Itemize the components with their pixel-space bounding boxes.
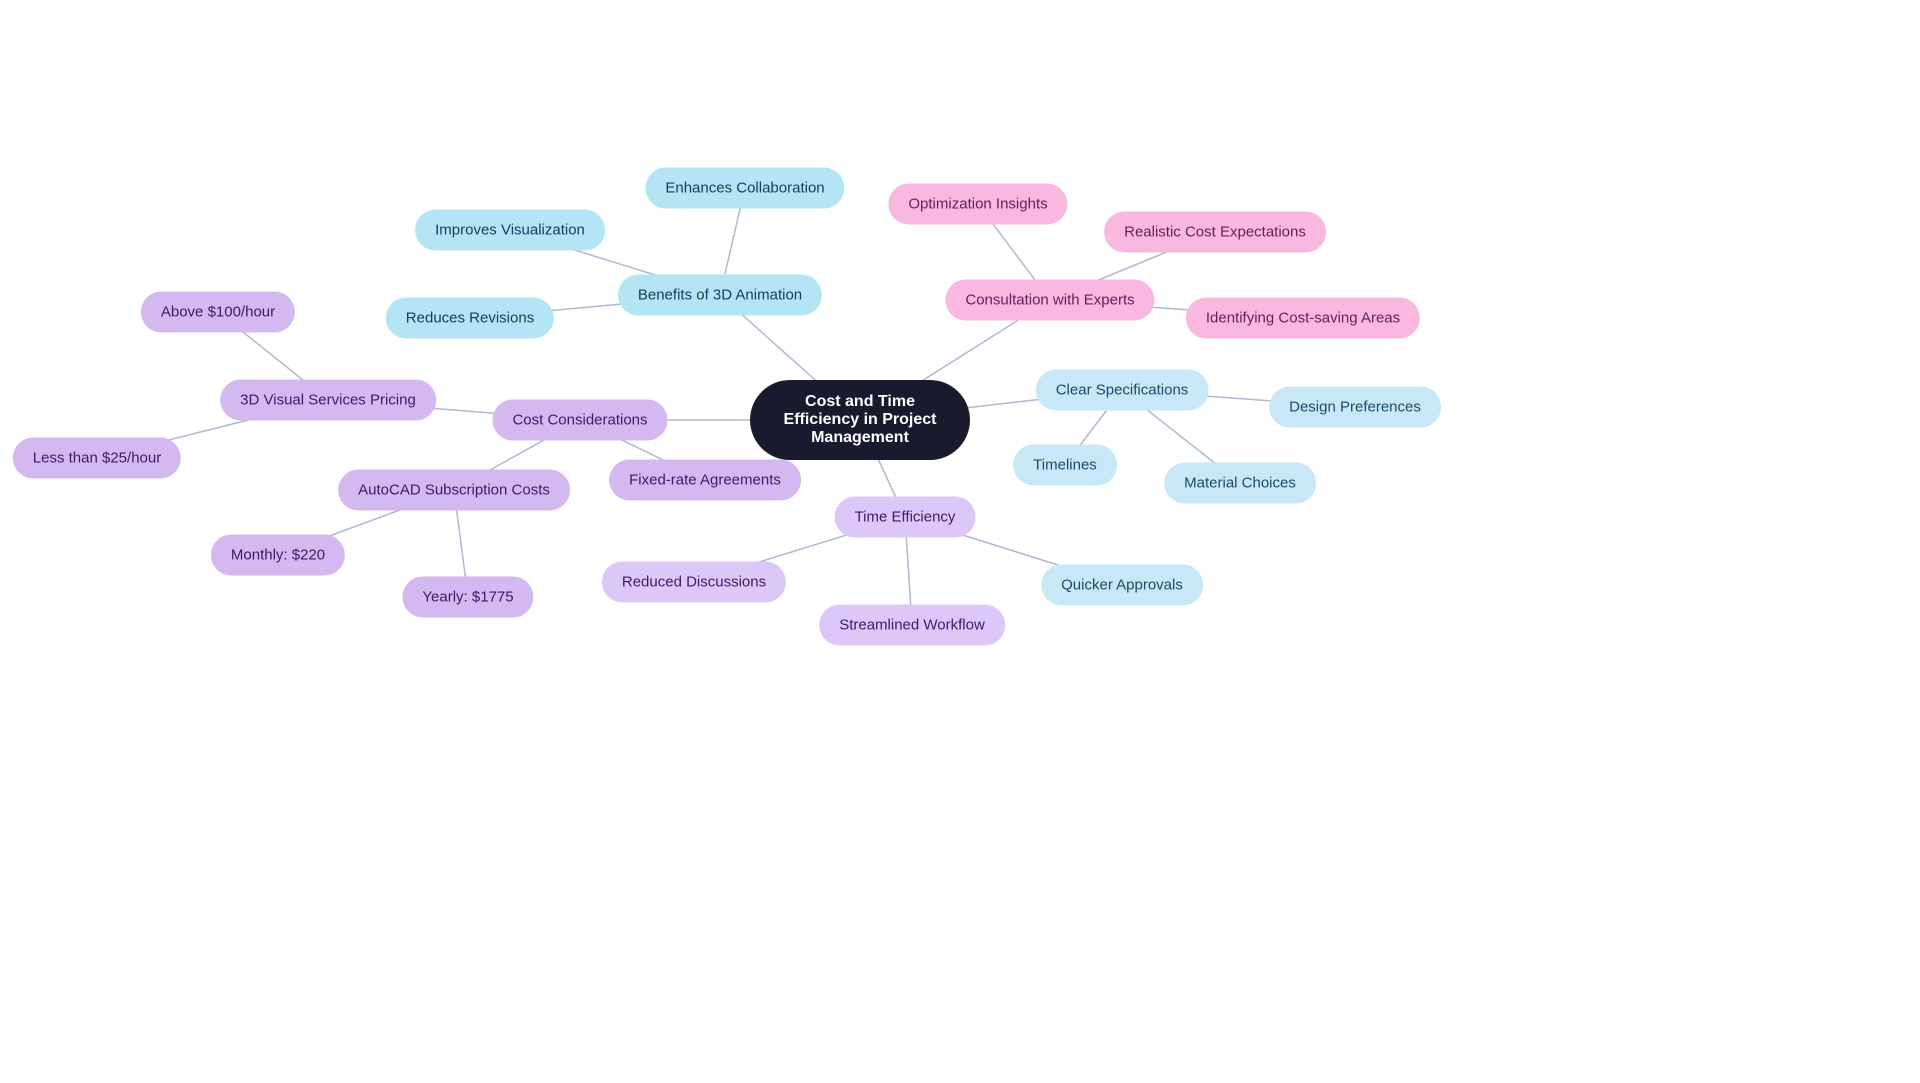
node-clear_specs[interactable]: Clear Specifications bbox=[1036, 370, 1209, 411]
node-benefits[interactable]: Benefits of 3D Animation bbox=[618, 275, 822, 316]
node-above100[interactable]: Above $100/hour bbox=[141, 292, 295, 333]
node-yearly[interactable]: Yearly: $1775 bbox=[402, 577, 533, 618]
node-improves[interactable]: Improves Visualization bbox=[415, 210, 605, 251]
node-cost_saving[interactable]: Identifying Cost-saving Areas bbox=[1186, 298, 1420, 339]
node-realistic_cost[interactable]: Realistic Cost Expectations bbox=[1104, 212, 1326, 253]
node-enhances[interactable]: Enhances Collaboration bbox=[645, 168, 844, 209]
mind-map: Cost and Time Efficiency in Project Mana… bbox=[0, 0, 1920, 1083]
node-reduces[interactable]: Reduces Revisions bbox=[386, 298, 554, 339]
node-less25[interactable]: Less than $25/hour bbox=[13, 438, 181, 479]
node-center[interactable]: Cost and Time Efficiency in Project Mana… bbox=[750, 380, 970, 460]
node-monthly[interactable]: Monthly: $220 bbox=[211, 535, 345, 576]
node-3d_pricing[interactable]: 3D Visual Services Pricing bbox=[220, 380, 436, 421]
node-timelines[interactable]: Timelines bbox=[1013, 445, 1117, 486]
node-streamlined[interactable]: Streamlined Workflow bbox=[819, 605, 1005, 646]
node-time_efficiency[interactable]: Time Efficiency bbox=[835, 497, 976, 538]
node-reduced_discussions[interactable]: Reduced Discussions bbox=[602, 562, 786, 603]
node-consultation[interactable]: Consultation with Experts bbox=[945, 280, 1154, 321]
node-autocad[interactable]: AutoCAD Subscription Costs bbox=[338, 470, 570, 511]
node-fixed_rate[interactable]: Fixed-rate Agreements bbox=[609, 460, 801, 501]
node-material[interactable]: Material Choices bbox=[1164, 463, 1316, 504]
node-quicker[interactable]: Quicker Approvals bbox=[1041, 565, 1203, 606]
node-optimization[interactable]: Optimization Insights bbox=[888, 184, 1067, 225]
node-design_pref[interactable]: Design Preferences bbox=[1269, 387, 1441, 428]
node-cost_considerations[interactable]: Cost Considerations bbox=[492, 400, 667, 441]
